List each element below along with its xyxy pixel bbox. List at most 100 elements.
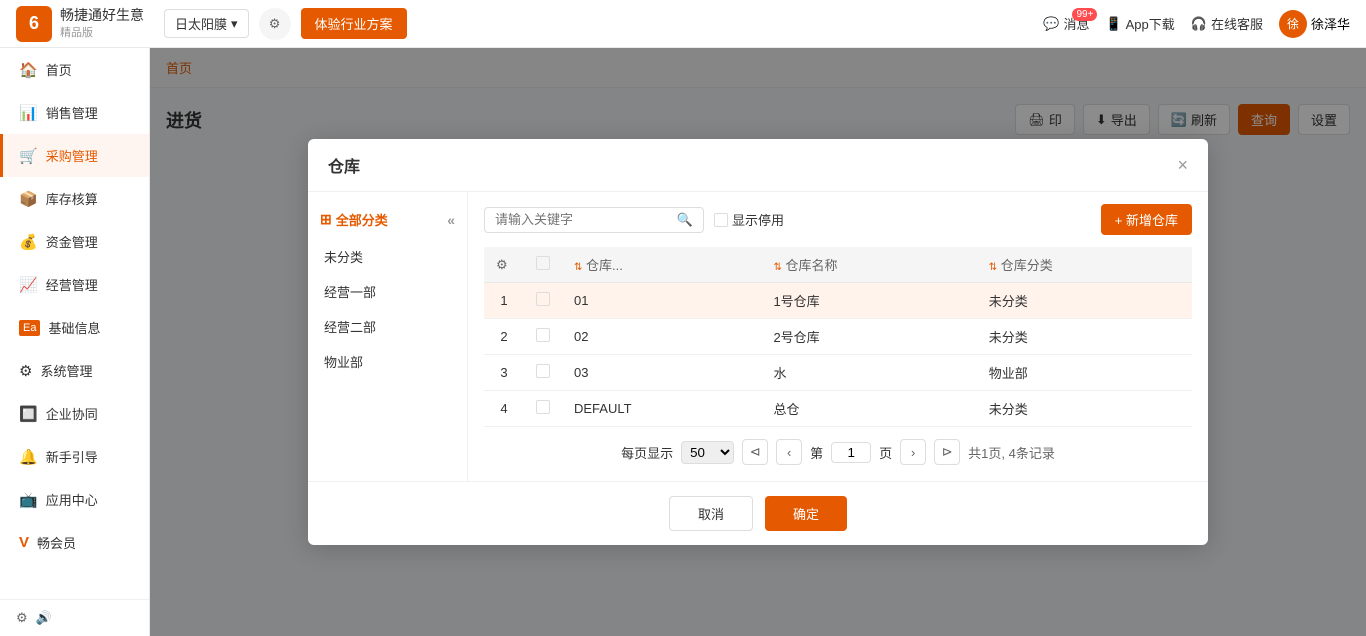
row-checkbox-4[interactable]	[536, 400, 550, 414]
sidebar-item-basic-info[interactable]: Ea 基础信息	[0, 306, 149, 349]
category-item-property[interactable]: 物业部	[308, 344, 467, 379]
guide-icon: 🔔	[19, 448, 38, 466]
messages-badge: 99+	[1072, 8, 1097, 21]
search-icon[interactable]: 🔍	[677, 212, 693, 228]
row-name-4: 总仓	[761, 391, 976, 427]
sidebar-item-home[interactable]: 🏠 首页	[0, 48, 149, 91]
table-header-row: ⚙ ⇅ 仓库...	[484, 247, 1192, 283]
modal-title: 仓库	[328, 153, 360, 177]
search-bar: 🔍 显示停用 + 新增仓库	[484, 204, 1192, 235]
sidebar-label-home: 首页	[46, 60, 72, 79]
row-checkbox-3[interactable]	[536, 364, 550, 378]
bottom-sound-icon: 🔊	[36, 610, 52, 626]
sidebar-bottom-settings[interactable]: ⚙ 🔊	[0, 600, 149, 636]
sort-icon-code: ⇅	[574, 262, 582, 273]
row-checkbox-1[interactable]	[536, 292, 550, 306]
gear-icon: ⚙	[269, 16, 281, 32]
sort-icon-name: ⇅	[773, 262, 781, 273]
row-name-2: 2号仓库	[761, 319, 976, 355]
store-selector[interactable]: 日太阳膜 ▾	[164, 9, 249, 38]
th-settings: ⚙	[484, 247, 524, 283]
user-avatar-area[interactable]: 徐 徐泽华	[1279, 10, 1350, 38]
sidebar-item-inventory[interactable]: 📦 库存核算	[0, 177, 149, 220]
th-category: ⇅ 仓库分类	[977, 247, 1192, 283]
system-icon: ⚙	[19, 362, 32, 380]
operations-icon: 📈	[19, 276, 38, 294]
category-item-dept1[interactable]: 经营一部	[308, 274, 467, 309]
add-warehouse-button[interactable]: + 新增仓库	[1101, 204, 1192, 235]
sidebar-item-finance[interactable]: 💰 资金管理	[0, 220, 149, 263]
membership-icon: V	[19, 534, 29, 551]
select-all-checkbox[interactable]	[536, 256, 550, 270]
warehouse-modal: 仓库 × ⊞ 全部分类 «	[308, 139, 1208, 545]
table-row[interactable]: 1 01 1号仓库 未分类	[484, 283, 1192, 319]
settings-icon-btn[interactable]: ⚙	[259, 8, 291, 40]
cancel-button[interactable]: 取消	[669, 496, 753, 531]
app-download-action[interactable]: 📱 App下载	[1105, 14, 1174, 33]
table-row[interactable]: 4 DEFAULT 总仓 未分类	[484, 391, 1192, 427]
modal-close-button[interactable]: ×	[1177, 155, 1188, 176]
messages-action[interactable]: 💬 消息 99+	[1043, 14, 1089, 33]
table-row[interactable]: 2 02 2号仓库 未分类	[484, 319, 1192, 355]
logo-icon: 6	[16, 6, 52, 42]
row-num-4: 4	[484, 391, 524, 427]
confirm-button[interactable]: 确定	[765, 496, 847, 531]
sidebar-label-system: 系统管理	[40, 361, 92, 380]
purchase-icon: 🛒	[19, 147, 38, 165]
row-checkbox-2[interactable]	[536, 328, 550, 342]
disabled-checkbox[interactable]	[714, 213, 728, 227]
sidebar-item-sales[interactable]: 📊 销售管理	[0, 91, 149, 134]
modal-overlay: 仓库 × ⊞ 全部分类 «	[150, 48, 1366, 636]
sidebar-item-system[interactable]: ⚙ 系统管理	[0, 349, 149, 392]
inventory-icon: 📦	[19, 190, 38, 208]
row-category-1: 未分类	[977, 283, 1192, 319]
row-num-2: 2	[484, 319, 524, 355]
show-disabled-toggle[interactable]: 显示停用	[714, 210, 784, 229]
row-code-4: DEFAULT	[562, 391, 761, 427]
last-page-btn[interactable]: ⊳	[934, 439, 960, 465]
category-item-unclassified[interactable]: 未分类	[308, 239, 467, 274]
page-number-input[interactable]	[831, 442, 871, 463]
home-icon: 🏠	[19, 61, 38, 79]
per-page-select[interactable]: 50 100	[681, 441, 734, 464]
sidebar-label-basic-info: 基础信息	[48, 318, 100, 337]
sidebar-item-purchase[interactable]: 🛒 采购管理	[0, 134, 149, 177]
category-item-dept2[interactable]: 经营二部	[308, 309, 467, 344]
sidebar-item-app-center[interactable]: 📺 应用中心	[0, 478, 149, 521]
per-page-label: 每页显示	[621, 443, 673, 462]
prev-page-btn[interactable]: ‹	[776, 439, 802, 465]
avatar: 徐	[1279, 10, 1307, 38]
th-code: ⇅ 仓库...	[562, 247, 761, 283]
sidebar-item-guide[interactable]: 🔔 新手引导	[0, 435, 149, 478]
sidebar-item-enterprise[interactable]: 🔲 企业协同	[0, 392, 149, 435]
sidebar-label-operations: 经营管理	[46, 275, 98, 294]
collapse-button[interactable]: «	[447, 212, 455, 228]
modal-header: 仓库 ×	[308, 139, 1208, 192]
online-service-action[interactable]: 🎧 在线客服	[1191, 14, 1263, 33]
first-page-btn[interactable]: ⊲	[742, 439, 768, 465]
page-suffix: 页	[879, 443, 892, 462]
table-row[interactable]: 3 03 水 物业部	[484, 355, 1192, 391]
bottom-gear-icon: ⚙	[16, 610, 28, 626]
category-panel: ⊞ 全部分类 « 未分类 经营一部 经营二部	[308, 192, 468, 481]
online-service-label: 在线客服	[1211, 14, 1263, 33]
th-checkbox	[524, 247, 562, 283]
warehouse-table: ⚙ ⇅ 仓库...	[484, 247, 1192, 427]
category-header: ⊞ 全部分类 «	[308, 204, 467, 239]
sidebar-item-membership[interactable]: V 畅会员	[0, 521, 149, 564]
basic-info-icon: Ea	[19, 320, 40, 336]
sidebar-item-operations[interactable]: 📈 经营管理	[0, 263, 149, 306]
store-name: 日太阳膜	[175, 14, 227, 33]
next-page-btn[interactable]: ›	[900, 439, 926, 465]
search-input-wrap: 🔍	[484, 207, 704, 233]
row-num-3: 3	[484, 355, 524, 391]
main-layout: 🏠 首页 📊 销售管理 🛒 采购管理 📦 库存核算 💰 资金管理 📈 经营管理 …	[0, 48, 1366, 636]
row-category-4: 未分类	[977, 391, 1192, 427]
trial-button[interactable]: 体验行业方案	[301, 8, 407, 39]
sidebar-label-purchase: 采购管理	[46, 146, 98, 165]
sidebar-label-sales: 销售管理	[46, 103, 98, 122]
search-input[interactable]	[495, 212, 677, 227]
logo-area: 6 畅捷通好生意 精品版	[16, 6, 144, 42]
main-content: 首页 进货 🖨 印 ⬇ 导出 🔄 刷新	[150, 48, 1366, 636]
chevron-down-icon: ▾	[231, 16, 238, 32]
